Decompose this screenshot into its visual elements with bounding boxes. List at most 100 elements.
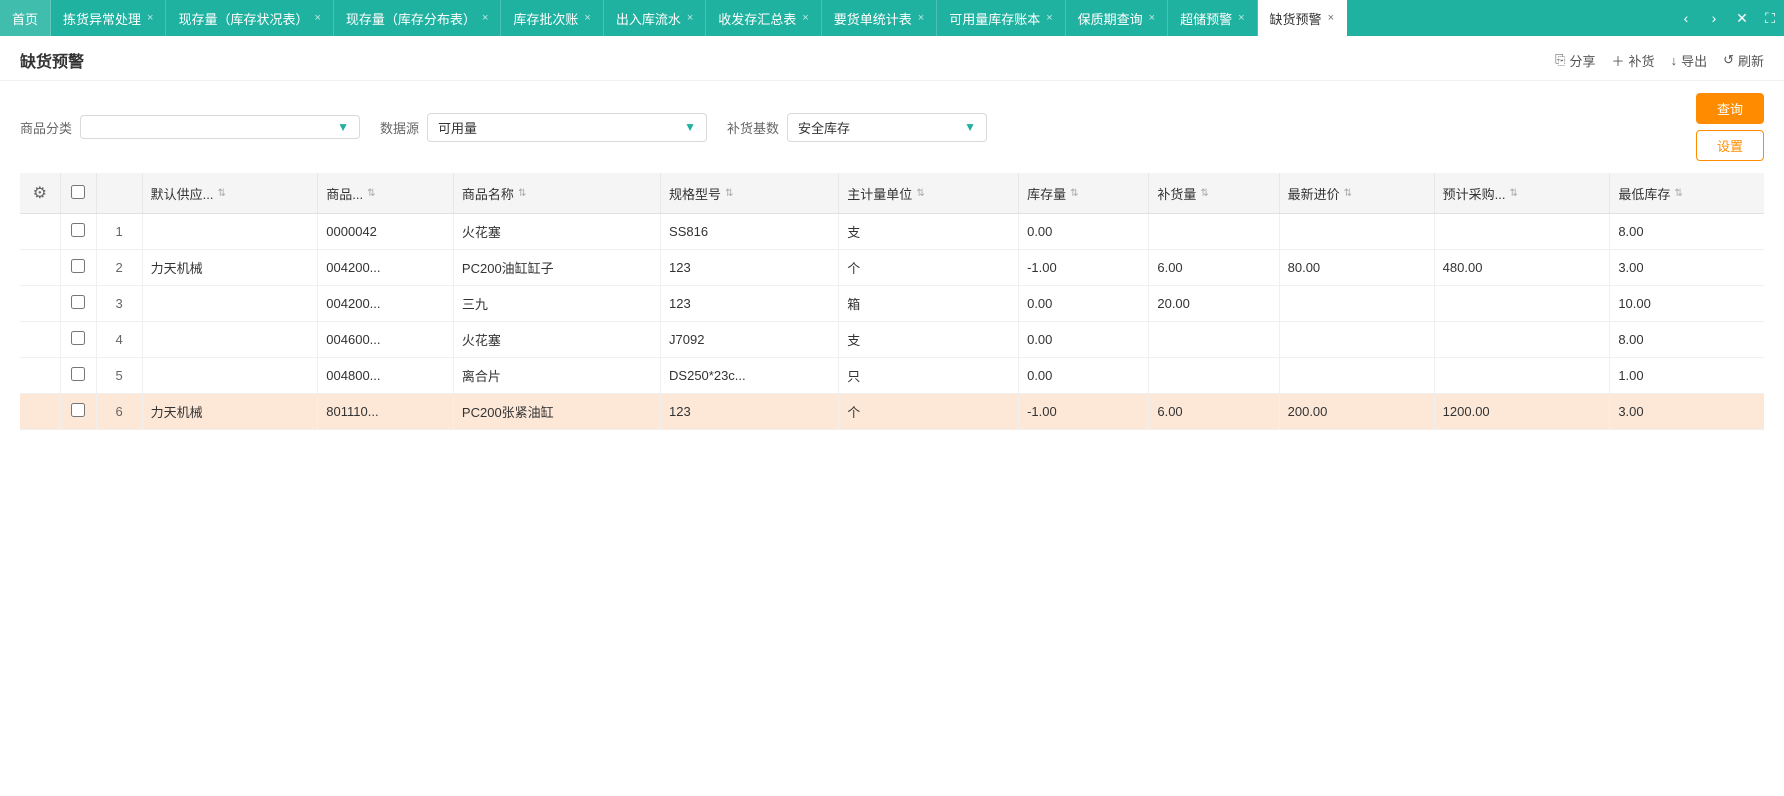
th-unit[interactable]: 主计量单位 ⇅ <box>839 173 1019 214</box>
filter-action-buttons: 查询 设置 <box>1696 93 1764 161</box>
replenish-base-select[interactable]: 安全库存 ▼ <box>787 113 987 142</box>
tab-close-batch-account[interactable]: × <box>584 12 590 24</box>
table-row[interactable]: 3004200...三九123箱0.0020.0010.00 <box>20 286 1764 322</box>
row-num: 1 <box>96 214 142 250</box>
cell-goods_code: 004600... <box>318 322 454 358</box>
cell-spec: J7092 <box>661 322 839 358</box>
th-spec[interactable]: 规格型号 ⇅ <box>661 173 839 214</box>
tab-close-inventory-status[interactable]: × <box>314 12 320 24</box>
table-row[interactable]: 6力天机械801110...PC200张紧油缸123个-1.006.00200.… <box>20 394 1764 430</box>
row-check-cell <box>60 250 96 286</box>
row-num: 4 <box>96 322 142 358</box>
cell-estimated_purchase <box>1434 322 1610 358</box>
gear-settings-icon[interactable]: ⚙ <box>33 185 47 202</box>
tab-home[interactable]: 首页 <box>0 0 51 36</box>
tab-shortage-warning[interactable]: 缺货预警× <box>1258 0 1347 36</box>
tab-close-expiry-query[interactable]: × <box>1149 12 1155 24</box>
tab-close-inout-flow[interactable]: × <box>687 12 693 24</box>
table-row[interactable]: 10000042火花塞SS816支0.008.00 <box>20 214 1764 250</box>
row-num: 5 <box>96 358 142 394</box>
row-checkbox[interactable] <box>71 367 85 381</box>
th-goods_code[interactable]: 商品... ⇅ <box>318 173 454 214</box>
tab-close-shortage-warning[interactable]: × <box>1328 12 1334 24</box>
tab-close-requisition-stat[interactable]: × <box>918 12 924 24</box>
tab-close-inventory-dist[interactable]: × <box>482 12 488 24</box>
cell-replenish <box>1149 214 1279 250</box>
tab-close-overstock-warning[interactable]: × <box>1238 12 1244 24</box>
tab-close-collect-summary[interactable]: × <box>802 12 808 24</box>
cell-goods_name: 离合片 <box>453 358 660 394</box>
tab-abnormal[interactable]: 拣货异常处理× <box>51 0 166 36</box>
tab-expand-btn[interactable]: ⛶ <box>1756 10 1784 27</box>
main-content: 缺货预警 ⎘ 分享 ＋ 补货 ↓ 导出 ↺ 刷新 商品分类 <box>0 36 1784 796</box>
tab-available-ledger[interactable]: 可用量库存账本× <box>937 0 1065 36</box>
replenish-button[interactable]: ＋ 补货 <box>1612 51 1655 70</box>
datasource-filter-group: 数据源 可用量 ▼ <box>380 113 707 142</box>
tab-batch-account[interactable]: 库存批次账× <box>501 0 603 36</box>
row-check-cell <box>60 394 96 430</box>
row-checkbox[interactable] <box>71 295 85 309</box>
table-row[interactable]: 2力天机械004200...PC200油缸缸子123个-1.006.0080.0… <box>20 250 1764 286</box>
row-checkbox[interactable] <box>71 223 85 237</box>
cell-min_stock: 3.00 <box>1610 250 1764 286</box>
th-min_stock[interactable]: 最低库存 ⇅ <box>1610 173 1764 214</box>
row-num: 6 <box>96 394 142 430</box>
th-supplier[interactable]: 默认供应... ⇅ <box>142 173 318 214</box>
cell-unit: 箱 <box>839 286 1019 322</box>
refresh-button[interactable]: ↺ 刷新 <box>1723 51 1764 70</box>
category-select[interactable]: ▼ <box>80 115 360 139</box>
datasource-label: 数据源 <box>380 118 419 137</box>
cell-min_stock: 1.00 <box>1610 358 1764 394</box>
row-check-cell <box>60 214 96 250</box>
cell-spec: 123 <box>661 250 839 286</box>
row-checkbox[interactable] <box>71 403 85 417</box>
query-button[interactable]: 查询 <box>1696 93 1764 124</box>
cell-estimated_purchase <box>1434 214 1610 250</box>
cell-spec: SS816 <box>661 214 839 250</box>
cell-goods_code: 0000042 <box>318 214 454 250</box>
settings-button[interactable]: 设置 <box>1696 130 1764 161</box>
th-latest_price[interactable]: 最新进价 ⇅ <box>1279 173 1434 214</box>
export-icon: ↓ <box>1671 53 1678 68</box>
select-all-checkbox[interactable] <box>71 185 85 199</box>
tab-inventory-status[interactable]: 现存量（库存状况表）× <box>166 0 333 36</box>
cell-supplier <box>142 322 318 358</box>
row-check-cell <box>60 322 96 358</box>
cell-replenish: 6.00 <box>1149 394 1279 430</box>
row-checkbox[interactable] <box>71 259 85 273</box>
cell-min_stock: 8.00 <box>1610 214 1764 250</box>
th-stock[interactable]: 库存量 ⇅ <box>1019 173 1149 214</box>
tab-overstock-warning[interactable]: 超储预警× <box>1168 0 1257 36</box>
export-button[interactable]: ↓ 导出 <box>1671 51 1708 70</box>
tab-inout-flow[interactable]: 出入库流水× <box>604 0 706 36</box>
page-header: 缺货预警 ⎘ 分享 ＋ 补货 ↓ 导出 ↺ 刷新 <box>0 36 1784 81</box>
datasource-select[interactable]: 可用量 ▼ <box>427 113 707 142</box>
row-checkbox[interactable] <box>71 331 85 345</box>
datasource-value: 可用量 <box>438 118 477 137</box>
tab-prev-btn[interactable]: ‹ <box>1672 10 1700 26</box>
th-estimated_purchase[interactable]: 预计采购... ⇅ <box>1434 173 1610 214</box>
cell-estimated_purchase: 1200.00 <box>1434 394 1610 430</box>
category-chevron-icon: ▼ <box>337 120 349 134</box>
cell-goods_code: 004200... <box>318 250 454 286</box>
cell-min_stock: 8.00 <box>1610 322 1764 358</box>
table-row[interactable]: 4004600...火花塞J7092支0.008.00 <box>20 322 1764 358</box>
cell-latest_price <box>1279 322 1434 358</box>
table-row[interactable]: 5004800...离合片DS250*23c...只0.001.00 <box>20 358 1764 394</box>
cell-goods_name: PC200油缸缸子 <box>453 250 660 286</box>
cell-latest_price: 80.00 <box>1279 250 1434 286</box>
tab-requisition-stat[interactable]: 要货单统计表× <box>822 0 937 36</box>
th-goods_name[interactable]: 商品名称 ⇅ <box>453 173 660 214</box>
tab-close-all-btn[interactable]: ✕ <box>1728 10 1756 27</box>
tab-close-abnormal[interactable]: × <box>147 12 153 24</box>
tab-inventory-dist[interactable]: 现存量（库存分布表）× <box>334 0 501 36</box>
cell-stock: 0.00 <box>1019 214 1149 250</box>
share-button[interactable]: ⎘ 分享 <box>1555 51 1595 70</box>
th-replenish[interactable]: 补货量 ⇅ <box>1149 173 1279 214</box>
tab-collect-summary[interactable]: 收发存汇总表× <box>706 0 821 36</box>
tab-close-available-ledger[interactable]: × <box>1046 12 1052 24</box>
tab-next-btn[interactable]: › <box>1700 10 1728 26</box>
cell-goods_name: PC200张紧油缸 <box>453 394 660 430</box>
cell-replenish: 6.00 <box>1149 250 1279 286</box>
tab-expiry-query[interactable]: 保质期查询× <box>1066 0 1168 36</box>
